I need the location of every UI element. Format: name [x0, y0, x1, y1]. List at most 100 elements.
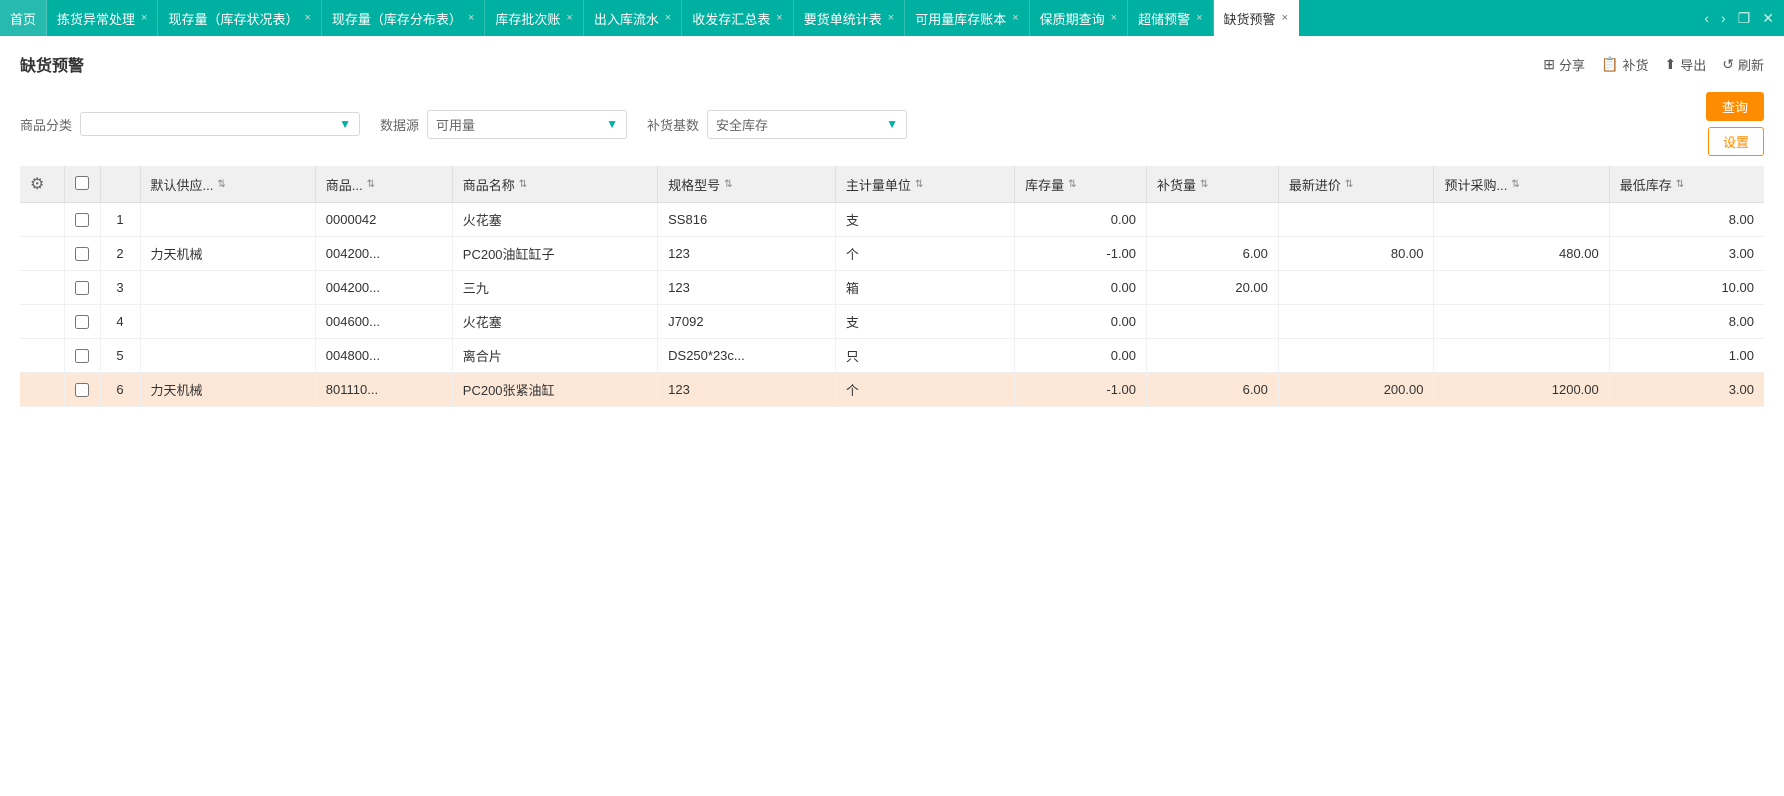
row-est-purchase-1: 480.00 [1434, 237, 1609, 271]
share-icon: ⊞ [1543, 56, 1555, 73]
th-unit: 主计量单位 ⇅ [835, 166, 1014, 203]
th-item-code-label: 商品... [326, 175, 363, 194]
row-latest-price-5: 200.00 [1278, 373, 1434, 407]
nav-item-inout-flow[interactable]: 出入库流水× [584, 0, 682, 36]
nav-controls: ‹ › ❐ ✕ [1694, 8, 1784, 29]
row-replenish-qty-2: 20.00 [1147, 271, 1279, 305]
nav-item-label: 现存量（库存状况表） [168, 9, 298, 28]
row-unit-1: 个 [835, 237, 1014, 271]
row-item-name-1: PC200油缸缸子 [452, 237, 657, 271]
table-row: 4 004600... 火花塞 J7092 支 0.00 8.00 [20, 305, 1764, 339]
row-replenish-qty-4 [1147, 339, 1279, 373]
row-est-purchase-0 [1434, 203, 1609, 237]
row-item-code-1: 004200... [315, 237, 452, 271]
th-min-stock-sort-icon[interactable]: ⇅ [1676, 179, 1684, 190]
th-item-name: 商品名称 ⇅ [452, 166, 657, 203]
datasource-label: 数据源 [380, 115, 419, 134]
nav-prev-btn[interactable]: ‹ [1700, 8, 1713, 28]
datasource-value: 可用量 [436, 115, 475, 134]
nav-restore-btn[interactable]: ❐ [1734, 8, 1755, 29]
nav-item-stock-status[interactable]: 现存量（库存状况表） × [158, 0, 321, 36]
th-spec-sort-icon[interactable]: ⇅ [724, 179, 732, 190]
nav-item-overstock[interactable]: 超储预警× [1128, 0, 1213, 36]
nav-item-close-available-ledger[interactable]: × [1012, 12, 1018, 24]
nav-item-close-abnormal[interactable]: × [141, 12, 147, 24]
nav-item-batch-account[interactable]: 库存批次账 × [485, 0, 583, 36]
row-supplier-0 [140, 203, 315, 237]
nav-item-receipt-summary[interactable]: 收发存汇总表× [682, 0, 793, 36]
row-num-3: 4 [100, 305, 140, 339]
filter-right: 查询 设置 [1706, 92, 1764, 156]
nav-item-stock-dist[interactable]: 现存量（库存分布表）× [322, 0, 485, 36]
row-item-code-0: 0000042 [315, 203, 452, 237]
export-action[interactable]: ⬆ 导出 [1665, 55, 1707, 74]
nav-item-close-inout-flow[interactable]: × [665, 12, 671, 24]
nav-item-close-stock-dist[interactable]: × [468, 12, 474, 24]
row-checkbox-0[interactable] [75, 213, 89, 227]
refresh-action[interactable]: ↺ 刷新 [1722, 55, 1764, 74]
th-stock: 库存量 ⇅ [1015, 166, 1147, 203]
nav-item-close-receipt-summary[interactable]: × [776, 12, 782, 24]
row-item-code-5: 801110... [315, 373, 452, 407]
row-checkbox-2[interactable] [75, 281, 89, 295]
nav-item-close-shortage[interactable]: × [1282, 12, 1288, 24]
row-spec-4: DS250*23c... [658, 339, 836, 373]
row-stock-2: 0.00 [1015, 271, 1147, 305]
th-est-purchase-sort-icon[interactable]: ⇅ [1511, 179, 1519, 190]
nav-item-close-batch-account[interactable]: × [566, 12, 572, 24]
gear-icon[interactable]: ⚙ [30, 176, 44, 193]
replenish-base-label: 补货基数 [647, 115, 699, 134]
settings-button[interactable]: 设置 [1708, 127, 1764, 156]
th-item-code-sort-icon[interactable]: ⇅ [367, 179, 375, 190]
row-item-name-0: 火花塞 [452, 203, 657, 237]
th-stock-sort-icon[interactable]: ⇅ [1068, 179, 1076, 190]
replenish-action[interactable]: 📋 补货 [1601, 55, 1648, 74]
export-label: 导出 [1680, 55, 1706, 74]
row-replenish-qty-1: 6.00 [1147, 237, 1279, 271]
th-unit-sort-icon[interactable]: ⇅ [915, 179, 923, 190]
nav-item-close-order-stats[interactable]: × [888, 12, 894, 24]
th-supplier-sort-icon[interactable]: ⇅ [217, 179, 225, 190]
th-replenish-qty-sort-icon[interactable]: ⇅ [1200, 179, 1208, 190]
row-est-purchase-4 [1434, 339, 1609, 373]
query-button[interactable]: 查询 [1706, 92, 1764, 121]
nav-next-btn[interactable]: › [1717, 8, 1730, 28]
export-icon: ⬆ [1665, 56, 1677, 73]
row-unit-2: 箱 [835, 271, 1014, 305]
row-checkbox-4[interactable] [75, 349, 89, 363]
row-num-1: 2 [100, 237, 140, 271]
nav-item-home[interactable]: 首页 [0, 0, 47, 36]
row-est-purchase-2 [1434, 271, 1609, 305]
th-item-name-label: 商品名称 [463, 175, 515, 194]
page-title: 缺货预警 [20, 52, 84, 76]
nav-close-btn[interactable]: ✕ [1758, 8, 1778, 29]
row-spec-2: 123 [658, 271, 836, 305]
category-select[interactable]: ▼ [80, 112, 360, 136]
row-checkbox-5[interactable] [75, 383, 89, 397]
row-supplier-3 [140, 305, 315, 339]
th-spec-label: 规格型号 [668, 175, 720, 194]
nav-item-abnormal[interactable]: 拣货异常处理× [47, 0, 158, 36]
refresh-label: 刷新 [1738, 55, 1764, 74]
row-check-0 [64, 203, 100, 237]
nav-item-expiry[interactable]: 保质期查询× [1030, 0, 1128, 36]
nav-item-order-stats[interactable]: 要货单统计表× [794, 0, 905, 36]
row-checkbox-3[interactable] [75, 315, 89, 329]
th-latest-price-sort-icon[interactable]: ⇅ [1345, 179, 1353, 190]
nav-item-close-overstock[interactable]: × [1196, 12, 1202, 24]
th-supplier: 默认供应... ⇅ [140, 166, 315, 203]
share-action[interactable]: ⊞ 分享 [1543, 55, 1585, 74]
datasource-select[interactable]: 可用量 ▼ [427, 110, 627, 139]
nav-item-close-stock-status[interactable]: × [304, 12, 310, 24]
nav-item-close-expiry[interactable]: × [1111, 12, 1117, 24]
row-num-5: 6 [100, 373, 140, 407]
row-checkbox-1[interactable] [75, 247, 89, 261]
nav-item-label: 库存批次账 [495, 9, 560, 28]
row-est-purchase-3 [1434, 305, 1609, 339]
th-item-name-sort-icon[interactable]: ⇅ [519, 179, 527, 190]
table-header-row: ⚙ 默认供应... ⇅ 商品... ⇅ [20, 166, 1764, 203]
nav-item-shortage[interactable]: 缺货预警× [1214, 0, 1299, 36]
select-all-checkbox[interactable] [75, 176, 89, 190]
replenish-base-select[interactable]: 安全库存 ▼ [707, 110, 907, 139]
nav-item-available-ledger[interactable]: 可用量库存账本× [905, 0, 1029, 36]
